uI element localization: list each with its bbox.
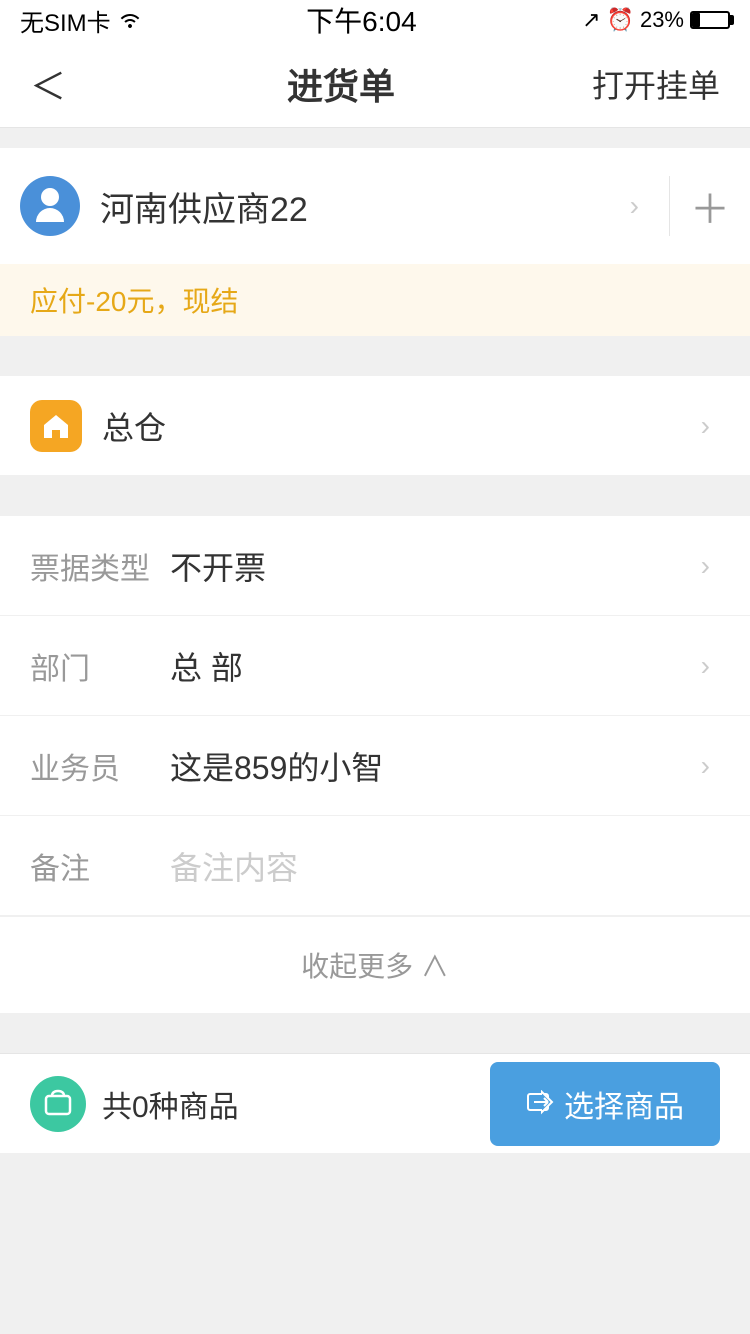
- department-value: 总 部: [170, 643, 701, 689]
- department-row[interactable]: 部门 总 部 ›: [0, 616, 750, 716]
- remark-row[interactable]: 备注 备注内容: [0, 816, 750, 916]
- status-bar: 无SIM卡 下午6:04 ↗ ⏰ 23%: [0, 0, 750, 40]
- page-title: 进货单: [287, 58, 395, 110]
- notice-banner: 应付-20元，现结: [0, 264, 750, 336]
- collapse-button[interactable]: 收起更多 ∧: [301, 945, 449, 985]
- status-right: ↗ ⏰ 23%: [582, 7, 730, 33]
- warehouse-row[interactable]: 总仓 ›: [0, 376, 750, 476]
- chevron-right-icon: ›: [630, 190, 639, 222]
- remark-label: 备注: [30, 844, 170, 888]
- supplier-name: 河南供应商22: [100, 182, 630, 231]
- chevron-right-icon: ›: [701, 550, 710, 582]
- section-gap-3: [0, 476, 750, 496]
- back-button[interactable]: ＜: [30, 58, 90, 110]
- section-gap-4: [0, 1013, 750, 1033]
- select-icon: [526, 1090, 554, 1118]
- warehouse-icon: [30, 400, 82, 452]
- carrier-text: 无SIM卡: [20, 3, 111, 38]
- supplier-row[interactable]: 河南供应商22 ›: [0, 148, 669, 264]
- alarm-icon: ⏰: [607, 7, 634, 33]
- salesperson-row[interactable]: 业务员 这是859的小智 ›: [0, 716, 750, 816]
- invoice-label: 票据类型: [30, 544, 170, 588]
- product-count: 共0种商品: [102, 1082, 490, 1126]
- add-button[interactable]: ＋: [670, 177, 750, 235]
- house-icon: [42, 412, 70, 440]
- remark-placeholder: 备注内容: [170, 843, 720, 889]
- notice-text: 应付-20元，现结: [30, 286, 238, 317]
- product-icon: [30, 1076, 86, 1132]
- form-group: 票据类型 不开票 › 部门 总 部 › 业务员 这是859的小智 › 备注 备注…: [0, 516, 750, 1013]
- status-carrier: 无SIM卡: [20, 3, 141, 38]
- collapse-section: 收起更多 ∧: [0, 916, 750, 1013]
- avatar: [20, 176, 80, 236]
- department-label: 部门: [30, 644, 170, 688]
- cart-icon: [42, 1088, 74, 1120]
- nav-bar: ＜ 进货单 打开挂单: [0, 40, 750, 128]
- section-gap-2: [0, 336, 750, 356]
- location-icon: ↗: [582, 7, 600, 33]
- section-gap-1: [0, 128, 750, 148]
- warehouse-name: 总仓: [102, 403, 701, 449]
- select-product-button[interactable]: 选择商品: [490, 1062, 720, 1146]
- salesperson-label: 业务员: [30, 744, 170, 788]
- battery-text: 23%: [640, 7, 684, 33]
- wifi-icon: [119, 12, 141, 28]
- chevron-right-icon: ›: [701, 410, 710, 442]
- open-pending-button[interactable]: 打开挂单: [592, 61, 720, 107]
- person-icon: [32, 188, 68, 224]
- battery-icon: [690, 11, 730, 29]
- bottom-bar: 共0种商品 选择商品: [0, 1053, 750, 1153]
- invoice-value: 不开票: [170, 543, 701, 589]
- invoice-row[interactable]: 票据类型 不开票 ›: [0, 516, 750, 616]
- supplier-section: 河南供应商22 › ＋: [0, 148, 750, 264]
- salesperson-value: 这是859的小智: [170, 743, 701, 789]
- status-time: 下午6:04: [306, 0, 417, 40]
- select-btn-label: 选择商品: [564, 1082, 684, 1126]
- chevron-right-icon: ›: [701, 650, 710, 682]
- chevron-right-icon: ›: [701, 750, 710, 782]
